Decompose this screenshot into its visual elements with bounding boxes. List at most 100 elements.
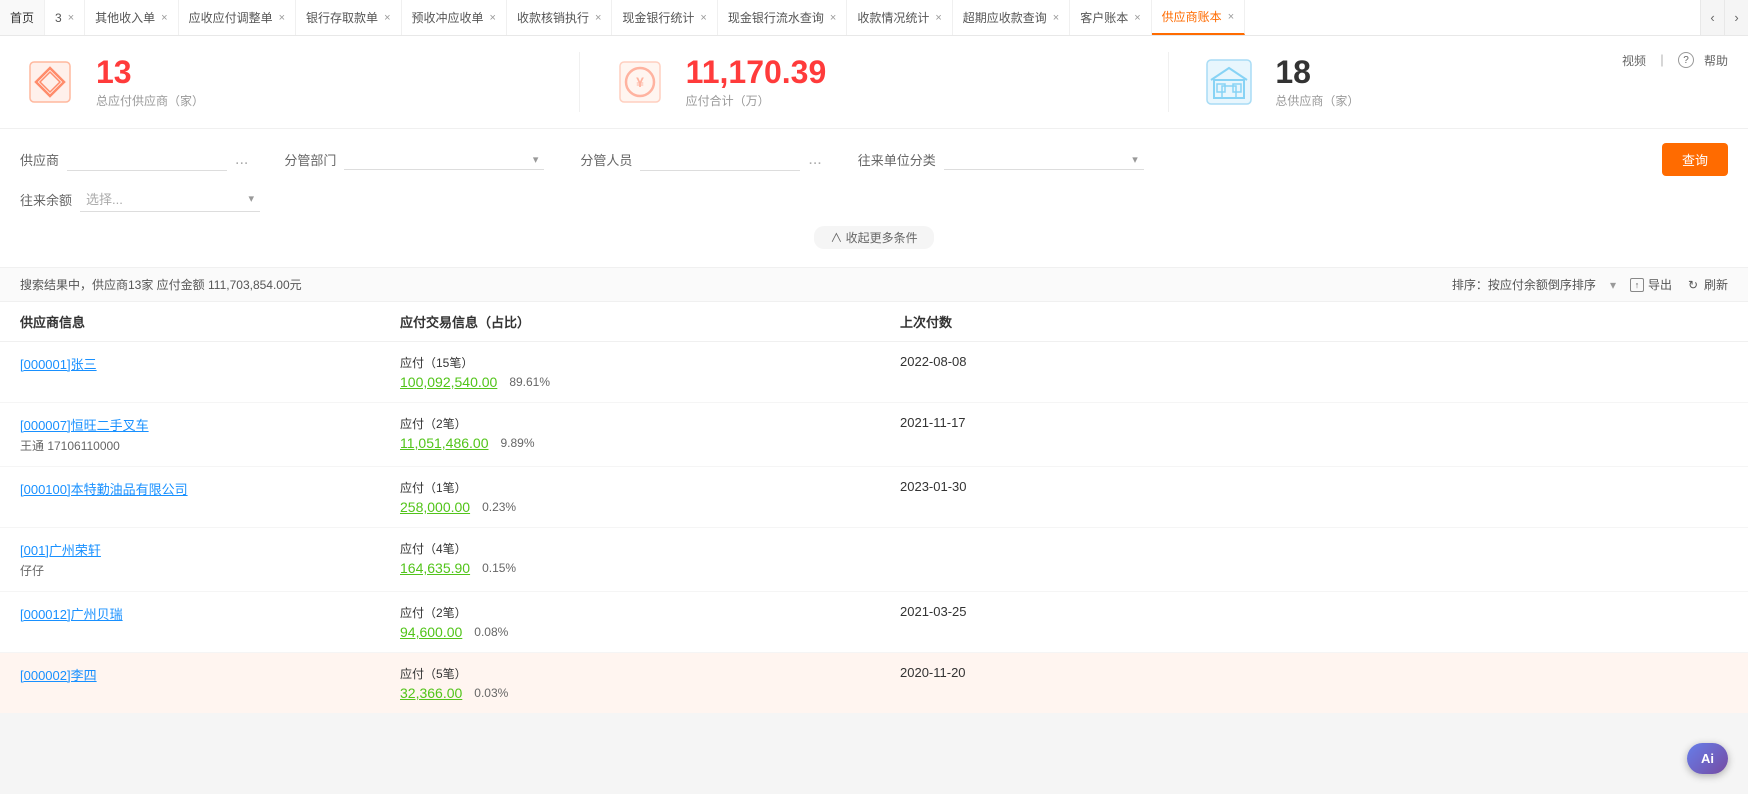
stat-icon-coin: ¥ — [610, 52, 670, 112]
last-pay-5: 2020-11-20 — [900, 665, 1728, 680]
result-actions: 排序：按应付余额倒序排序 ▾ ↑ 导出 ↻ 刷新 — [1452, 276, 1728, 293]
sort-label[interactable]: 排序：按应付余额倒序排序 — [1452, 276, 1596, 293]
stat-info-total-suppliers: 18 总供应商（家） — [1275, 56, 1359, 109]
nav-tab-cash-stats[interactable]: 现金银行统计 × — [612, 0, 717, 35]
supplier-filter-dots[interactable]: ... — [235, 151, 248, 169]
nav-tab-cash-stats-label: 现金银行统计 — [622, 9, 694, 26]
refresh-btn[interactable]: ↻ 刷新 — [1686, 276, 1728, 293]
close-icon[interactable]: × — [595, 12, 601, 24]
trans-amount-0[interactable]: 100,092,540.00 — [400, 374, 497, 390]
nav-tab-customer-ledger[interactable]: 客户账本 × — [1070, 0, 1151, 35]
nav-next-arrow[interactable]: › — [1724, 0, 1748, 36]
nav-tab-3[interactable]: 3 × — [45, 0, 85, 35]
balance-filter-select[interactable]: 选择... ▾ — [80, 186, 260, 212]
trans-label-1: 应付（2笔） — [400, 415, 900, 432]
trans-percent-1: 9.89% — [501, 436, 535, 450]
stat-label-payable-suppliers: 总应付供应商（家） — [96, 92, 204, 109]
help-link[interactable]: 帮助 — [1704, 52, 1728, 69]
category-filter-label: 往来单位分类 — [858, 150, 936, 169]
close-icon[interactable]: × — [1228, 11, 1234, 23]
collapse-filter-label[interactable]: ∧ 收起更多条件 — [814, 226, 933, 249]
export-btn[interactable]: ↑ 导出 — [1630, 276, 1672, 293]
refresh-icon: ↻ — [1686, 278, 1700, 292]
transaction-info-5: 应付（5笔） 32,366.00 0.03% — [400, 665, 900, 701]
nav-tab-overdue-label: 超期应收款查询 — [963, 9, 1047, 26]
nav-tab-customer-ledger-label: 客户账本 — [1080, 9, 1128, 26]
close-icon[interactable]: × — [700, 12, 706, 24]
supplier-sub-1: 王通 17106110000 — [20, 437, 400, 454]
ai-button-label: Ai — [1701, 751, 1714, 766]
supplier-link-1[interactable]: [000007]恒旺二手叉车 — [20, 418, 149, 433]
nav-tab-bank[interactable]: 银行存取款单 × — [296, 0, 401, 35]
stat-card-payable-suppliers: 13 总应付供应商（家） — [20, 52, 579, 112]
close-icon[interactable]: × — [830, 12, 836, 24]
last-pay-0: 2022-08-08 — [900, 354, 1728, 369]
balance-dropdown-arrow: ▾ — [248, 192, 254, 205]
nav-tab-bank-label: 银行存取款单 — [306, 9, 378, 26]
trans-label-5: 应付（5笔） — [400, 665, 900, 682]
video-link[interactable]: 视频 — [1622, 52, 1646, 69]
trans-percent-4: 0.08% — [474, 625, 508, 639]
supplier-link-5[interactable]: [000002]李四 — [20, 668, 97, 683]
nav-tab-supplier-ledger-label: 供应商账本 — [1162, 8, 1222, 25]
nav-tab-receipt-stats[interactable]: 收款情况统计 × — [847, 0, 952, 35]
trans-amount-4[interactable]: 94,600.00 — [400, 624, 462, 640]
nav-tab-prepay[interactable]: 预收冲应收单 × — [402, 0, 507, 35]
trans-amount-2[interactable]: 258,000.00 — [400, 499, 470, 515]
trans-percent-5: 0.03% — [474, 686, 508, 700]
nav-tab-other-income[interactable]: 其他收入单 × — [85, 0, 178, 35]
close-icon[interactable]: × — [1053, 12, 1059, 24]
stat-label-payable-amount: 应付合计（万） — [686, 92, 827, 109]
stat-label-total-suppliers: 总供应商（家） — [1275, 92, 1359, 109]
category-filter-select[interactable]: ▾ — [944, 150, 1144, 170]
filter-dept: 分管部门 ▾ — [284, 150, 544, 170]
help-icon: ? — [1678, 52, 1694, 68]
person-filter-dots[interactable]: ... — [808, 151, 821, 169]
supplier-filter-input[interactable] — [67, 149, 227, 171]
refresh-label: 刷新 — [1704, 276, 1728, 293]
table-row: [000001]张三 应付（15笔） 100,092,540.00 89.61%… — [0, 342, 1748, 403]
result-summary: 搜索结果中，供应商13家 应付金额 111,703,854.00元 — [20, 276, 302, 293]
nav-tab-supplier-ledger[interactable]: 供应商账本 × — [1152, 0, 1245, 35]
close-icon[interactable]: × — [490, 12, 496, 24]
dept-filter-select[interactable]: ▾ — [344, 150, 544, 170]
trans-amount-5[interactable]: 32,366.00 — [400, 685, 462, 701]
stats-bar: 13 总应付供应商（家） ¥ 11,170.39 应付合计（万） — [0, 36, 1748, 129]
supplier-info-1: [000007]恒旺二手叉车 王通 17106110000 — [20, 415, 400, 454]
trans-amount-3[interactable]: 164,635.90 — [400, 560, 470, 576]
nav-tab-overdue[interactable]: 超期应收款查询 × — [953, 0, 1070, 35]
close-icon[interactable]: × — [1134, 12, 1140, 24]
supplier-link-3[interactable]: [001]广州荣轩 — [20, 543, 101, 558]
nav-prev-arrow[interactable]: ‹ — [1700, 0, 1724, 36]
supplier-link-0[interactable]: [000001]张三 — [20, 357, 97, 372]
supplier-table: 供应商信息 应付交易信息（占比） 上次付数 [000001]张三 应付（15笔）… — [0, 302, 1748, 714]
transaction-info-2: 应付（1笔） 258,000.00 0.23% — [400, 479, 900, 515]
close-icon[interactable]: × — [68, 12, 74, 24]
person-filter-input[interactable] — [640, 149, 800, 171]
table-row: [000002]李四 应付（5笔） 32,366.00 0.03% 2020-1… — [0, 653, 1748, 714]
trans-label-0: 应付（15笔） — [400, 354, 900, 371]
close-icon[interactable]: × — [279, 12, 285, 24]
filter-row-2: 往来余额 选择... ▾ — [20, 186, 1728, 212]
svg-text:¥: ¥ — [636, 74, 644, 90]
export-label: 导出 — [1648, 276, 1672, 293]
nav-home-label: 首页 — [10, 9, 34, 26]
nav-home[interactable]: 首页 — [0, 0, 45, 35]
nav-tab-adjustment[interactable]: 应收应付调整单 × — [179, 0, 296, 35]
supplier-link-2[interactable]: [000100]本特勤油品有限公司 — [20, 482, 188, 497]
table-header: 供应商信息 应付交易信息（占比） 上次付数 — [0, 302, 1748, 342]
close-icon[interactable]: × — [935, 12, 941, 24]
last-pay-date-2: 2023-01-30 — [900, 479, 967, 494]
col-header-transaction: 应付交易信息（占比） — [400, 312, 900, 331]
trans-amount-1[interactable]: 11,051,486.00 — [400, 435, 489, 451]
transaction-info-3: 应付（4笔） 164,635.90 0.15% — [400, 540, 900, 576]
nav-tab-cash-flow[interactable]: 现金银行流水查询 × — [718, 0, 847, 35]
trans-row-3: 164,635.90 0.15% — [400, 560, 900, 576]
close-icon[interactable]: × — [161, 12, 167, 24]
close-icon[interactable]: × — [384, 12, 390, 24]
nav-tab-collection[interactable]: 收款核销执行 × — [507, 0, 612, 35]
supplier-link-4[interactable]: [000012]广州贝瑞 — [20, 607, 123, 622]
ai-button[interactable]: Ai — [1687, 743, 1728, 774]
search-button[interactable]: 查询 — [1662, 143, 1728, 176]
supplier-info-2: [000100]本特勤油品有限公司 — [20, 479, 400, 498]
